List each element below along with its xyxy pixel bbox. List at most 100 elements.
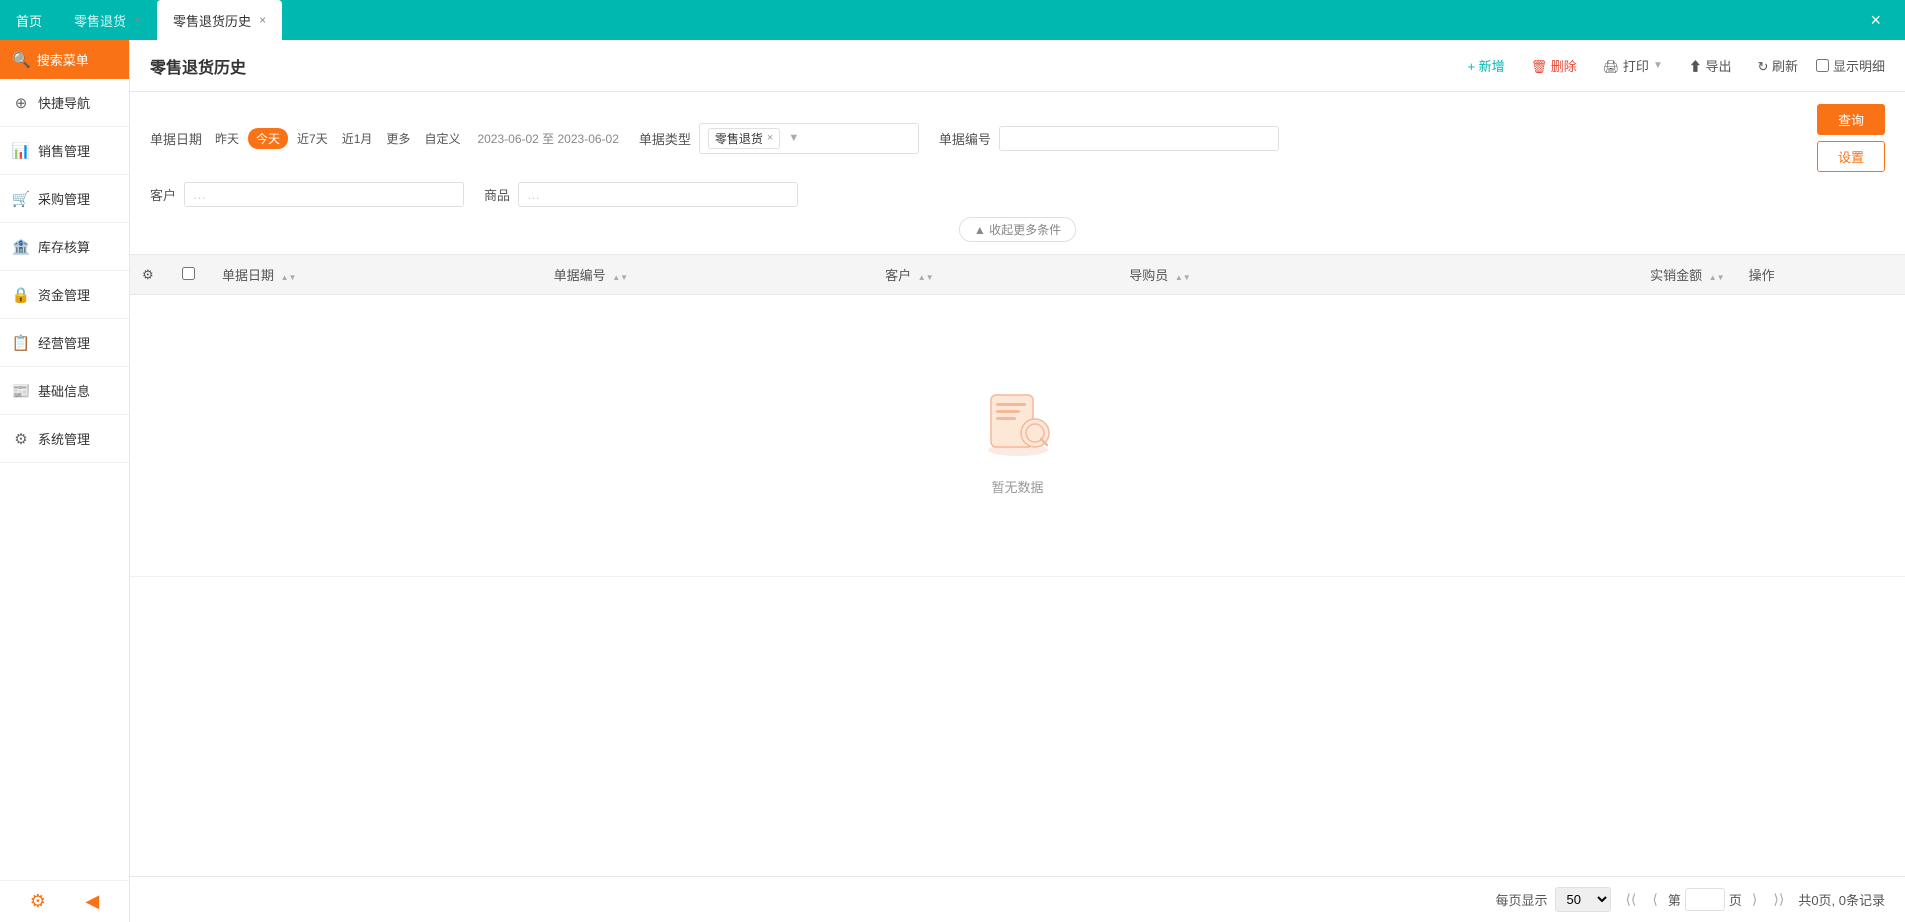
empty-state-icon <box>973 375 1063 465</box>
date-opt-more[interactable]: 更多 <box>381 128 415 149</box>
sort-amount-icon[interactable]: ▲▼ <box>1709 274 1725 282</box>
sidebar-item-finance[interactable]: 🔒 资金管理 <box>0 271 129 319</box>
sidebar-bottom: ⚙ ◀ <box>0 880 129 922</box>
pagination: 每页显示 20 50 100 ⟨⟨ ⟨ 第 1 页 ⟩ ⟩⟩ 共0页, 0条记录 <box>130 876 1905 922</box>
print-button-label: 🖨 打印 <box>1603 56 1649 75</box>
collapse-sidebar-icon[interactable]: ◀ <box>85 891 99 912</box>
sidebar-item-inventory[interactable]: 🏦 库存核算 <box>0 223 129 271</box>
sidebar-item-sales-mgmt[interactable]: 📊 销售管理 <box>0 127 129 175</box>
th-customer-label: 客户 <box>885 268 911 283</box>
sort-bill-no-icon[interactable]: ▲▼ <box>612 274 628 282</box>
last-page-button[interactable]: ⟩⟩ <box>1767 889 1790 910</box>
refresh-button-label: ↻ 刷新 <box>1757 56 1798 75</box>
sidebar-search[interactable]: 🔍 搜索菜单 <box>0 40 129 79</box>
sidebar-item-quick-nav-label: 快捷导航 <box>38 93 90 112</box>
sort-bill-date-icon[interactable]: ▲▼ <box>281 274 297 282</box>
sidebar-item-operations-label: 经营管理 <box>38 333 90 352</box>
delete-button[interactable]: 🗑 删除 <box>1523 52 1585 79</box>
sidebar-item-quick-nav[interactable]: ⊕ 快捷导航 <box>0 79 129 127</box>
sidebar-item-operations[interactable]: 📋 经营管理 <box>0 319 129 367</box>
delete-button-label: 🗑 删除 <box>1531 56 1577 75</box>
bill-type-arrow-icon: ▼ <box>788 132 799 144</box>
data-table: ⚙ 单据日期 ▲▼ 单据编号 ▲▼ <box>130 255 1905 577</box>
goods-input[interactable] <box>518 182 798 207</box>
goods-filter-item: 商品 <box>484 182 798 207</box>
search-icon: 🔍 <box>12 51 31 69</box>
tab-list: 首页 零售退货 × 零售退货历史 × <box>0 0 1862 40</box>
finance-icon: 🔒 <box>12 286 30 304</box>
sidebar-item-basic-label: 基础信息 <box>38 381 90 400</box>
filter-row-1: 单据日期 昨天 今天 近7天 近1月 更多 自定义 2023-06-02 至 2… <box>150 104 1885 172</box>
inventory-icon: 🏦 <box>12 238 30 256</box>
page-input[interactable]: 1 <box>1685 888 1725 911</box>
tab-retail-return-history-close[interactable]: × <box>259 13 266 27</box>
sidebar-item-system-mgmt[interactable]: ⚙ 系统管理 <box>0 415 129 463</box>
prev-page-button[interactable]: ⟨ <box>1646 889 1663 910</box>
tab-retail-return-close[interactable]: × <box>134 13 141 27</box>
bill-type-remove-icon[interactable]: × <box>767 132 773 144</box>
bill-no-filter-item: 单据编号 <box>939 126 1279 151</box>
customer-filter-item: 客户 <box>150 182 464 207</box>
topbar-right: × <box>1862 10 1905 31</box>
select-all-checkbox[interactable] <box>182 267 195 280</box>
content-area: 零售退货历史 + 新增 🗑 删除 🖨 打印 ▼ ⬆ 导出 ↻ 刷新 <box>130 40 1905 922</box>
empty-state: 暂无数据 <box>130 295 1905 576</box>
empty-text: 暂无数据 <box>991 477 1043 496</box>
filter-area: 单据日期 昨天 今天 近7天 近1月 更多 自定义 2023-06-02 至 2… <box>130 92 1905 255</box>
collapse-button[interactable]: ▲ 收起更多条件 <box>959 217 1076 242</box>
new-button[interactable]: + 新增 <box>1459 52 1512 79</box>
settings-button[interactable]: 设置 <box>1817 141 1885 172</box>
th-operation: 操作 <box>1737 255 1905 295</box>
empty-state-row: 暂无数据 <box>130 295 1905 577</box>
refresh-button[interactable]: ↻ 刷新 <box>1749 52 1806 79</box>
bill-no-input[interactable] <box>999 126 1279 151</box>
page-actions: + 新增 🗑 删除 🖨 打印 ▼ ⬆ 导出 ↻ 刷新 显示明细 <box>1459 52 1885 79</box>
th-bill-date: 单据日期 ▲▼ <box>210 255 542 295</box>
display-detail-checkbox[interactable] <box>1816 59 1829 72</box>
page-label: 第 <box>1668 890 1681 909</box>
new-button-label: + 新增 <box>1467 56 1504 75</box>
tab-retail-return-history[interactable]: 零售退货历史 × <box>157 0 282 40</box>
sort-guide-icon[interactable]: ▲▼ <box>1175 274 1191 282</box>
query-button[interactable]: 查询 <box>1817 104 1885 135</box>
bill-type-select[interactable]: 零售退货 × ▼ <box>699 123 919 154</box>
sidebar-item-purchase-mgmt[interactable]: 🛒 采购管理 <box>0 175 129 223</box>
filter-row-2: 客户 商品 <box>150 182 1885 207</box>
sidebar-item-sales-label: 销售管理 <box>38 141 90 160</box>
sidebar-item-basic-info[interactable]: 📰 基础信息 <box>0 367 129 415</box>
purchase-icon: 🛒 <box>12 190 30 208</box>
sales-icon: 📊 <box>12 142 30 160</box>
date-opt-custom[interactable]: 自定义 <box>419 128 465 149</box>
sidebar-item-inventory-label: 库存核算 <box>38 237 90 256</box>
date-filter-item: 单据日期 昨天 今天 近7天 近1月 更多 自定义 2023-06-02 至 2… <box>150 128 619 149</box>
print-dropdown-icon[interactable]: ▼ <box>1653 60 1663 71</box>
tab-retail-return[interactable]: 零售退货 × <box>58 0 157 40</box>
bill-type-value: 零售退货 <box>715 130 763 147</box>
bill-type-label: 单据类型 <box>639 129 691 148</box>
top-bar: 首页 零售退货 × 零售退货历史 × × <box>0 0 1905 40</box>
tab-home[interactable]: 首页 <box>0 0 58 40</box>
page-unit: 页 <box>1729 890 1742 909</box>
window-close-button[interactable]: × <box>1862 10 1889 31</box>
sort-customer-icon[interactable]: ▲▼ <box>918 274 934 282</box>
bill-type-filter-item: 单据类型 零售退货 × ▼ <box>639 123 919 154</box>
date-opt-1month[interactable]: 近1月 <box>337 128 378 149</box>
customer-input[interactable] <box>184 182 464 207</box>
next-page-button[interactable]: ⟩ <box>1746 889 1763 910</box>
table-settings-icon[interactable]: ⚙ <box>142 267 154 282</box>
date-filter-label: 单据日期 <box>150 129 202 148</box>
date-opt-today[interactable]: 今天 <box>248 128 288 149</box>
sidebar-item-finance-label: 资金管理 <box>38 285 90 304</box>
print-button[interactable]: 🖨 打印 ▼ <box>1595 52 1671 79</box>
bill-type-tag: 零售退货 × <box>708 128 780 149</box>
settings-bottom-icon[interactable]: ⚙ <box>30 891 46 912</box>
total-label: 共0页, 0条记录 <box>1798 890 1885 909</box>
first-page-button[interactable]: ⟨⟨ <box>1619 889 1642 910</box>
date-opt-7days[interactable]: 近7天 <box>292 128 333 149</box>
page-size-select[interactable]: 20 50 100 <box>1555 887 1611 912</box>
basic-info-icon: 📰 <box>12 382 30 400</box>
th-bill-no: 单据编号 ▲▼ <box>542 255 874 295</box>
tab-home-label: 首页 <box>16 11 42 30</box>
date-opt-yesterday[interactable]: 昨天 <box>210 128 244 149</box>
export-button[interactable]: ⬆ 导出 <box>1681 52 1740 79</box>
